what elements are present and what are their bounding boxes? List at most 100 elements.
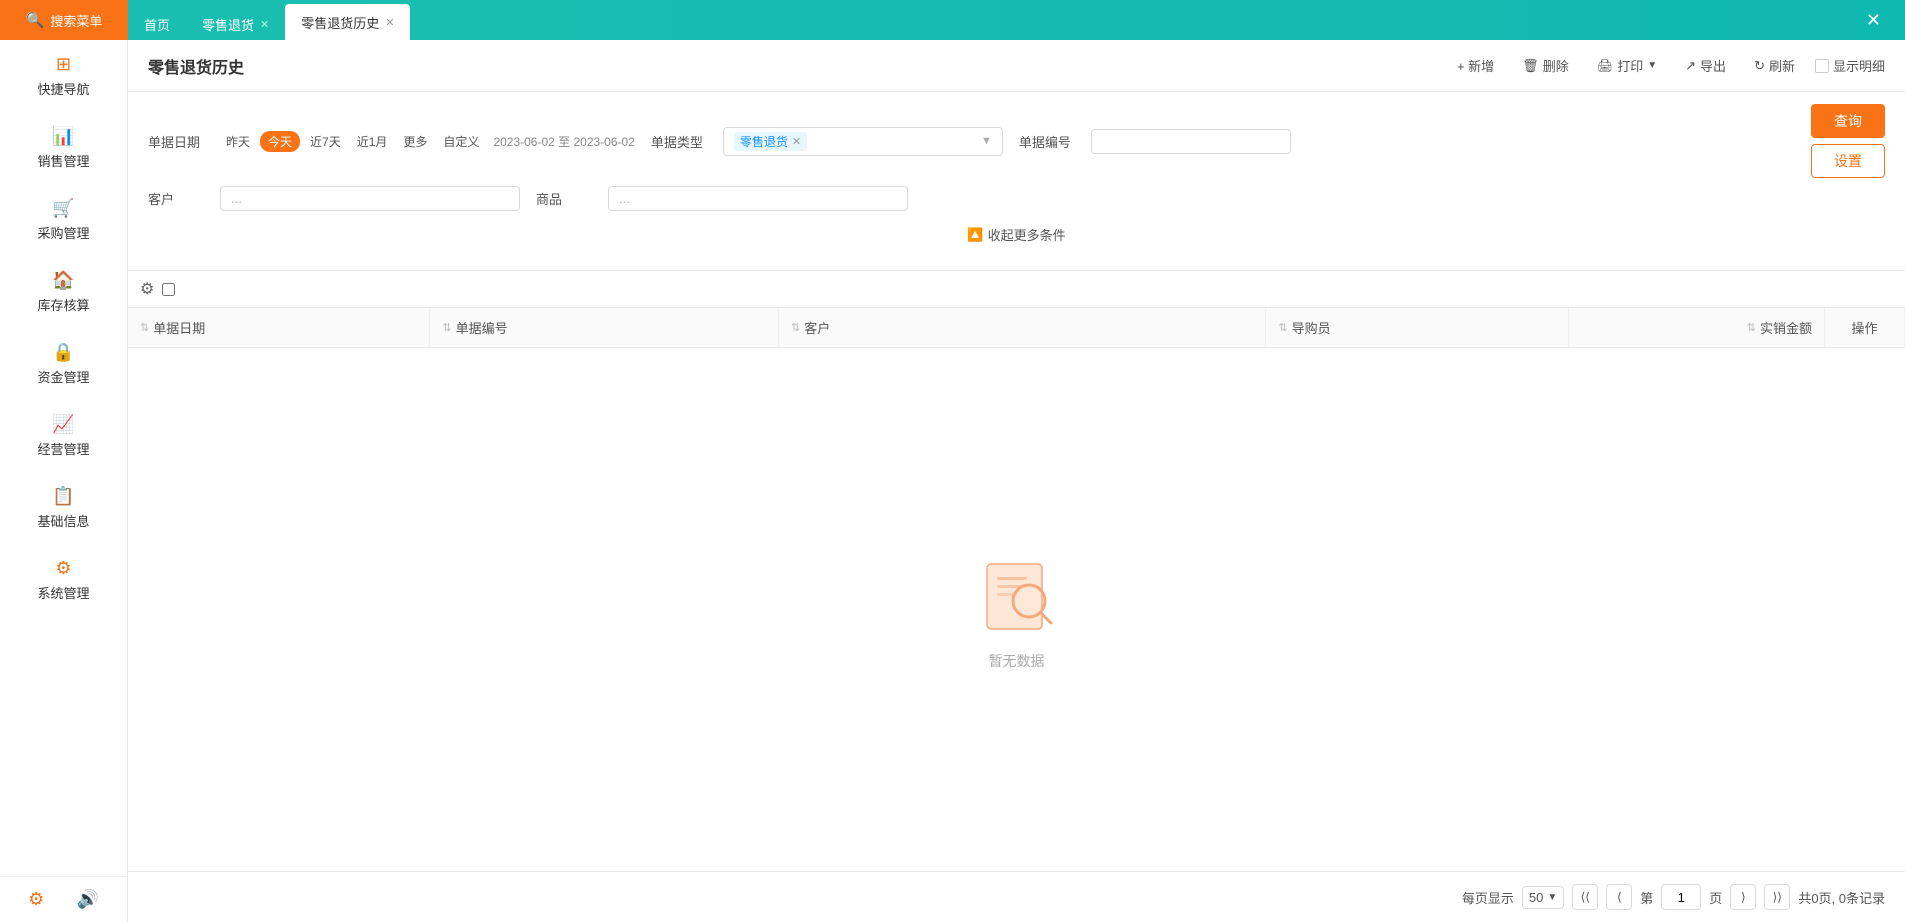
export-icon: ↗ <box>1685 58 1696 74</box>
date-opt-1month[interactable]: 近1月 <box>351 131 394 152</box>
customer-input[interactable]: ... <box>220 186 520 211</box>
filter-row-1: 单据日期 昨天 今天 近7天 近1月 更多 自定义 2023-06-02 至 2… <box>148 104 1885 178</box>
sidebar-item-quick-nav[interactable]: ⊞ 快捷导航 <box>0 40 127 112</box>
export-btn[interactable]: ↗ 导出 <box>1677 52 1734 79</box>
sidebar-item-operations[interactable]: 📈 经营管理 <box>0 400 127 472</box>
right-filter-buttons: 查询 设置 <box>1811 104 1885 178</box>
sidebar-volume-btn[interactable]: 🔊 <box>76 889 98 910</box>
sidebar-item-label: 采购管理 <box>37 223 89 242</box>
search-icon: 🔍 <box>26 11 45 29</box>
query-btn[interactable]: 查询 <box>1811 104 1885 138</box>
refresh-icon: ↻ <box>1754 58 1765 74</box>
sort-icon-guide[interactable]: ⇅ <box>1278 321 1287 334</box>
th-guide: ⇅ 导购员 <box>1266 308 1568 347</box>
sidebar-item-system-mgmt[interactable]: ⚙ 系统管理 <box>0 544 127 616</box>
inventory-icon: 🏠 <box>52 270 74 291</box>
filter-row-collapse: 🔼 收起更多条件 <box>148 219 1885 250</box>
sort-icon-doc[interactable]: ⇅ <box>442 321 451 334</box>
doc-number-label: 单据编号 <box>1019 132 1075 151</box>
select-all-checkbox[interactable] <box>162 283 175 296</box>
date-opt-yesterday[interactable]: 昨天 <box>220 131 256 152</box>
tab-bar: 首页 零售退货 ✕ 零售退货历史 ✕ <box>128 0 1858 40</box>
pagination: 每页显示 50 ▼ ⟨⟨ ⟨ 第 页 ⟩ ⟩⟩ 共0页, 0条记录 <box>128 871 1905 922</box>
display-detail-toggle[interactable]: 显示明细 <box>1815 56 1885 75</box>
display-detail-checkbox[interactable] <box>1815 59 1829 73</box>
next-page-btn[interactable]: ⟩ <box>1730 884 1756 910</box>
column-settings-btn[interactable]: ⚙ <box>140 279 154 299</box>
date-opt-more[interactable]: 更多 <box>397 131 433 152</box>
delete-label: 删除 <box>1543 56 1569 75</box>
delete-btn[interactable]: 🗑 删除 <box>1514 52 1577 79</box>
page-size-value: 50 <box>1529 890 1543 905</box>
delete-icon: 🗑 <box>1522 58 1539 74</box>
th-action: 操作 <box>1825 308 1905 347</box>
table-area: ⚙ ⇅ 单据日期 ⇅ 单据编号 ⇅ 客户 ⇅ 导购员 <box>128 271 1905 871</box>
sort-icon-date[interactable]: ⇅ <box>140 321 149 334</box>
page-size-select[interactable]: 50 ▼ <box>1522 886 1564 909</box>
sidebar-item-finance[interactable]: 🔒 资金管理 <box>0 328 127 400</box>
main-layout: ⊞ 快捷导航 📊 销售管理 🛒 采购管理 🏠 库存核算 🔒 资金管理 📈 经营管… <box>0 40 1905 922</box>
content-area: 零售退货历史 + 新增 🗑 删除 🖨 打印 ▼ ↗ 导出 <box>128 40 1905 922</box>
page-title: 零售退货历史 <box>148 54 244 78</box>
filter-row-2: 客户 ... 商品 ... <box>148 186 1885 211</box>
doc-type-arrow-icon: ▼ <box>981 135 992 147</box>
prev-page-btn[interactable]: ⟨ <box>1606 884 1632 910</box>
tab-retail-return-history-close[interactable]: ✕ <box>385 16 394 29</box>
doc-type-select[interactable]: 零售退货 ✕ ▼ <box>723 127 1003 156</box>
sort-icon-customer[interactable]: ⇅ <box>791 321 800 334</box>
date-range-display: 2023-06-02 至 2023-06-02 <box>493 133 634 150</box>
basic-info-icon: 📋 <box>52 486 74 507</box>
sort-icon-amount[interactable]: ⇅ <box>1747 321 1756 334</box>
collapse-label: 收起更多条件 <box>988 225 1066 244</box>
quick-nav-icon: ⊞ <box>56 54 71 75</box>
doc-number-input[interactable] <box>1091 129 1291 154</box>
total-info: 共0页, 0条记录 <box>1798 888 1885 907</box>
print-btn[interactable]: 🖨 打印 ▼ <box>1589 52 1665 79</box>
operations-icon: 📈 <box>52 414 74 435</box>
per-page-label: 每页显示 <box>1462 888 1514 907</box>
system-icon: ⚙ <box>55 558 71 579</box>
date-opt-7days[interactable]: 近7天 <box>304 131 347 152</box>
window-close-btn[interactable]: ✕ <box>1858 10 1889 30</box>
th-amount: ⇅ 实销金额 <box>1569 308 1825 347</box>
tab-retail-return-close[interactable]: ✕ <box>260 18 269 31</box>
sidebar-item-basic-info[interactable]: 📋 基础信息 <box>0 472 127 544</box>
last-page-btn[interactable]: ⟩⟩ <box>1764 884 1790 910</box>
new-btn[interactable]: + 新增 <box>1449 52 1502 79</box>
refresh-btn[interactable]: ↻ 刷新 <box>1746 52 1803 79</box>
tab-retail-return-history[interactable]: 零售退货历史 ✕ <box>285 4 410 40</box>
settings-btn[interactable]: 设置 <box>1811 144 1885 178</box>
print-icon: 🖨 <box>1597 58 1614 74</box>
doc-type-tag-close[interactable]: ✕ <box>792 135 801 148</box>
sidebar-item-label: 快捷导航 <box>37 79 89 98</box>
date-options: 昨天 今天 近7天 近1月 更多 自定义 2023-06-02 至 2023-0… <box>220 131 635 152</box>
tab-retail-return[interactable]: 零售退货 ✕ <box>186 8 285 40</box>
sidebar-item-label: 经营管理 <box>37 439 89 458</box>
date-opt-today[interactable]: 今天 <box>260 131 300 152</box>
page-actions: + 新增 🗑 删除 🖨 打印 ▼ ↗ 导出 ↻ 刷新 <box>1449 52 1885 79</box>
tab-home[interactable]: 首页 <box>128 8 186 40</box>
top-bar: 🔍 搜索菜单 首页 零售退货 ✕ 零售退货历史 ✕ ✕ <box>0 0 1905 40</box>
search-area[interactable]: 🔍 搜索菜单 <box>0 0 128 40</box>
print-arrow-icon: ▼ <box>1647 60 1657 71</box>
sidebar-item-inventory[interactable]: 🏠 库存核算 <box>0 256 127 328</box>
customer-dots: ... <box>231 191 242 206</box>
sidebar-item-label: 基础信息 <box>37 511 89 530</box>
table-header: ⇅ 单据日期 ⇅ 单据编号 ⇅ 客户 ⇅ 导购员 ⇅ 实销金额 <box>128 308 1905 348</box>
print-label: 打印 <box>1617 56 1643 75</box>
goods-input[interactable]: ... <box>608 186 908 211</box>
date-opt-custom[interactable]: 自定义 <box>437 131 485 152</box>
sidebar-item-purchase-mgmt[interactable]: 🛒 采购管理 <box>0 184 127 256</box>
refresh-label: 刷新 <box>1769 56 1795 75</box>
page-unit: 页 <box>1709 888 1722 907</box>
first-page-btn[interactable]: ⟨⟨ <box>1572 884 1598 910</box>
doc-type-content: 零售退货 ✕ <box>734 132 807 151</box>
sidebar-settings-btn[interactable]: ⚙ <box>28 889 44 910</box>
collapse-btn[interactable]: 🔼 收起更多条件 <box>967 219 1065 250</box>
collapse-up-icon: 🔼 <box>967 227 983 243</box>
empty-state: 暂无数据 <box>128 348 1905 871</box>
doc-type-tag: 零售退货 ✕ <box>734 132 807 151</box>
sidebar-item-sales-mgmt[interactable]: 📊 销售管理 <box>0 112 127 184</box>
sidebar-item-label: 系统管理 <box>37 583 89 602</box>
page-number-input[interactable] <box>1661 884 1701 910</box>
